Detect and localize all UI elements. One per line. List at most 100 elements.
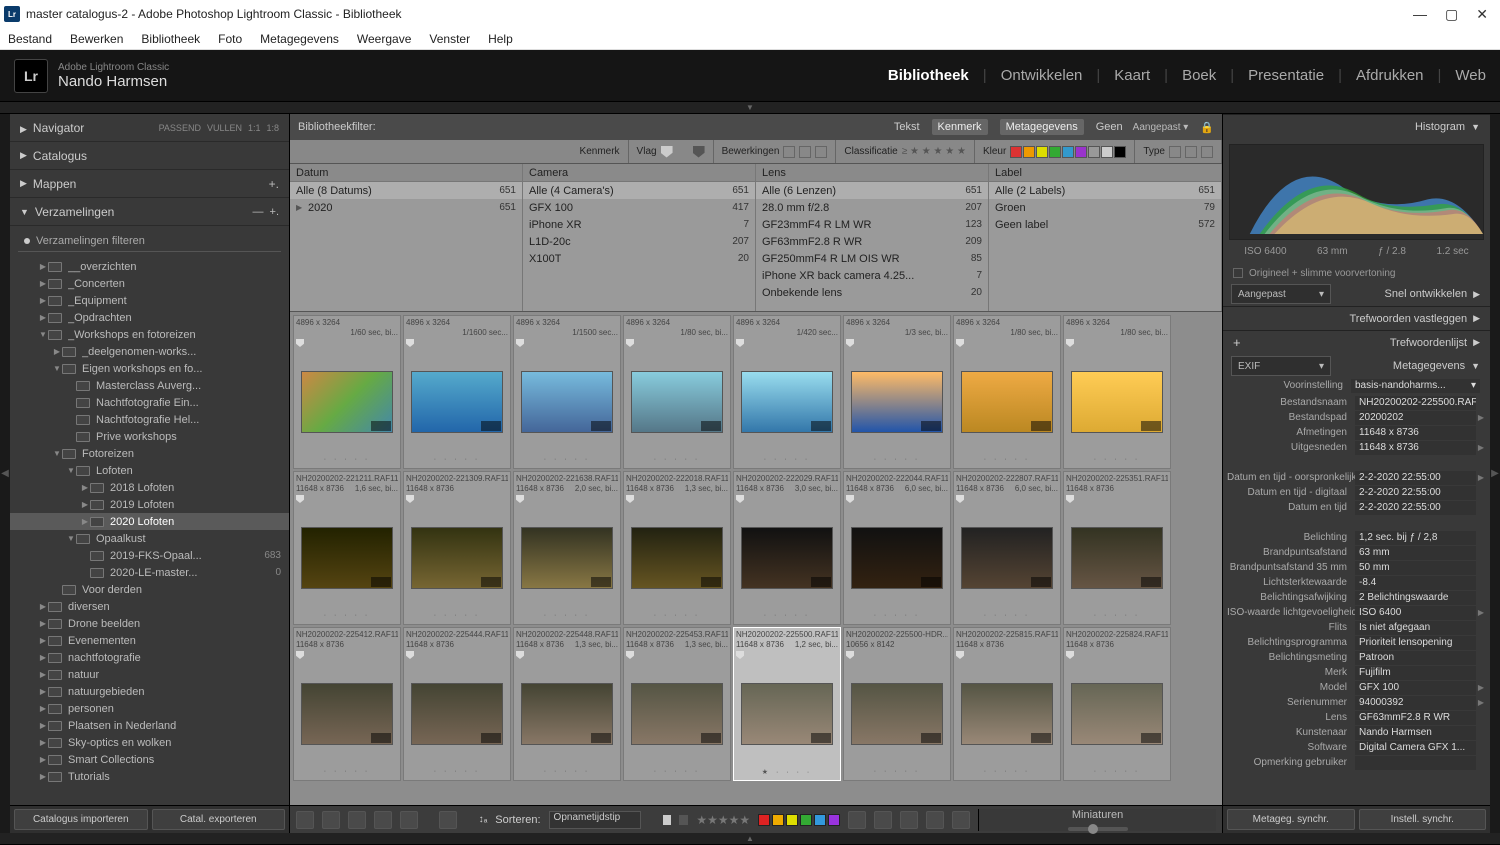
meta-field-value[interactable]: 11648 x 8736 [1355, 441, 1476, 455]
color-filter-swatch[interactable] [1114, 146, 1126, 158]
meta-field-value[interactable]: Prioriteit lensopening [1355, 636, 1476, 650]
histogram-header[interactable]: Histogram▼ [1223, 114, 1490, 138]
minimize-button[interactable]: — [1413, 6, 1427, 23]
tree-item[interactable]: ▼Fotoreizen [10, 445, 289, 462]
left-edge-toggle[interactable]: ◀ [0, 114, 10, 833]
menu-foto[interactable]: Foto [218, 32, 242, 46]
nav-next-icon[interactable] [926, 811, 944, 829]
thumbnail-cell[interactable]: 4896 x 32641/80 sec, bi...· · · · · [1063, 315, 1171, 469]
thumbnail-cell[interactable]: 4896 x 32641/60 sec, bi...· · · · · [293, 315, 401, 469]
tree-item[interactable]: ▼Opaalkust [10, 530, 289, 547]
metacol-row[interactable]: Onbekende lens20 [756, 284, 988, 301]
menu-weergave[interactable]: Weergave [357, 32, 411, 46]
thumbnail-cell[interactable]: NH20200202-225824.RAF11648 x 873611648 x… [1063, 627, 1171, 781]
thumbsize-slider[interactable] [1068, 827, 1128, 831]
thumbnail-cell[interactable]: NH20200202-225412.RAF11648 x 873611648 x… [293, 627, 401, 781]
metacol-row[interactable]: ▶2020651 [290, 199, 522, 216]
thumbnail-cell[interactable]: NH20200202-221309.RAF11648 x 873611648 x… [403, 471, 511, 625]
menu-help[interactable]: Help [488, 32, 513, 46]
color-label-swatch[interactable] [758, 814, 770, 826]
thumbnail-cell[interactable]: NH20200202-225500.RAF11648 x 873611648 x… [733, 627, 841, 781]
meta-field-value[interactable]: Digital Camera GFX 1... [1355, 741, 1476, 755]
edit-filter-icon[interactable] [783, 146, 795, 158]
thumbnail-cell[interactable]: 4896 x 32641/80 sec, bi...· · · · · [623, 315, 731, 469]
navigator-header[interactable]: ▶Navigator PASSENDVULLEN1:11:8 [10, 114, 289, 142]
tree-item[interactable]: Masterclass Auverg... [10, 377, 289, 394]
thumbnail-cell[interactable]: NH20200202-225444.RAF11648 x 873611648 x… [403, 627, 511, 781]
nav-prev-icon[interactable] [900, 811, 918, 829]
nav-zoom-option[interactable]: 1:1 [248, 123, 261, 133]
module-ontwikkelen[interactable]: Ontwikkelen [1001, 67, 1083, 84]
tree-item[interactable]: 2019-FKS-Opaal...683 [10, 547, 289, 564]
color-filter-swatch[interactable] [1023, 146, 1035, 158]
tree-item[interactable]: ▶Plaatsen in Nederland [10, 717, 289, 734]
meta-field-value[interactable]: ISO 6400 [1355, 606, 1476, 620]
thumbnail-grid[interactable]: 4896 x 32641/60 sec, bi...· · · · ·4896 … [290, 312, 1222, 805]
add-keyword-icon[interactable]: + [1233, 335, 1241, 350]
meta-field-value[interactable]: 94000392 [1355, 696, 1476, 710]
module-picker[interactable]: Bibliotheek|Ontwikkelen|Kaart|Boek|Prese… [888, 67, 1486, 84]
sync-settings-button[interactable]: Instell. synchr. [1359, 809, 1487, 830]
color-filter-swatch[interactable] [1075, 146, 1087, 158]
tree-item[interactable]: ▶2018 Lofoten [10, 479, 289, 496]
thumbnail-cell[interactable]: NH20200202-222807.RAF11648 x 873611648 x… [953, 471, 1061, 625]
thumbnail-cell[interactable]: 4896 x 32641/1600 sec...· · · · · [403, 315, 511, 469]
color-filter-swatch[interactable] [1062, 146, 1074, 158]
type-filter-icon[interactable] [1201, 146, 1213, 158]
collections-filter-input[interactable]: Verzamelingen filteren [18, 230, 281, 252]
sync-metadata-button[interactable]: Metageg. synchr. [1227, 809, 1355, 830]
sort-select[interactable]: Opnametijdstip [549, 811, 642, 829]
rotate-ccw-icon[interactable] [848, 811, 866, 829]
lock-icon[interactable]: 🔒 [1200, 121, 1214, 134]
nav-zoom-option[interactable]: 1:8 [266, 123, 279, 133]
color-filter-swatch[interactable] [1101, 146, 1113, 158]
thumbnail-cell[interactable]: NH20200202-225500-HDR...10656 x 81421065… [843, 627, 951, 781]
metacol-row[interactable]: iPhone XR back camera 4.25...7 [756, 267, 988, 284]
nav-zoom-option[interactable]: VULLEN [207, 123, 242, 133]
tree-item[interactable]: ▼Lofoten [10, 462, 289, 479]
thumbnail-cell[interactable]: 4896 x 32641/420 sec...· · · · · [733, 315, 841, 469]
add-collection-icon[interactable]: +. [270, 206, 279, 218]
filter-tab-metagegevens[interactable]: Metagegevens [1000, 119, 1084, 135]
thumbnail-cell[interactable]: NH20200202-222018.RAF11648 x 873611648 x… [623, 471, 731, 625]
menu-venster[interactable]: Venster [429, 32, 470, 46]
loupe-view-icon[interactable] [322, 811, 340, 829]
tree-item[interactable]: Nachtfotografie Hel... [10, 411, 289, 428]
meta-field-value[interactable]: Nando Harmsen [1355, 726, 1476, 740]
type-filter-icon[interactable] [1169, 146, 1181, 158]
metacol-row[interactable]: Groen79 [989, 199, 1221, 216]
metacol-header[interactable]: Datum [290, 164, 522, 182]
module-kaart[interactable]: Kaart [1114, 67, 1150, 84]
metadata-header[interactable]: Metagegevens▼ [1339, 354, 1490, 378]
color-label-swatch[interactable] [772, 814, 784, 826]
tree-item[interactable]: ▶Sky-optics en wolken [10, 734, 289, 751]
survey-view-icon[interactable] [374, 811, 392, 829]
meta-field-value[interactable]: NH20200202-225500.RAF [1355, 396, 1476, 410]
collapse-icon[interactable]: — [253, 206, 264, 218]
metacol-row[interactable]: GF63mmF2.8 R WR209 [756, 233, 988, 250]
meta-field-action-icon[interactable]: ▶ [1476, 473, 1486, 482]
meta-field-value[interactable]: 11648 x 8736 [1355, 426, 1476, 440]
keyword-list-header[interactable]: +Trefwoordenlijst▶ [1223, 330, 1490, 354]
metacol-row[interactable]: Alle (6 Lenzen)651 [756, 182, 988, 199]
export-catalog-button[interactable]: Catal. exporteren [152, 809, 286, 830]
metacol-row[interactable]: GF23mmF4 R LM WR123 [756, 216, 988, 233]
metacol-row[interactable]: Geen label572 [989, 216, 1221, 233]
flag-unflagged-icon[interactable] [677, 146, 689, 158]
meta-field-value[interactable]: -8.4 [1355, 576, 1476, 590]
tree-item[interactable]: ▶diversen [10, 598, 289, 615]
menu-metagegevens[interactable]: Metagegevens [260, 32, 339, 46]
filter-tab-geen[interactable]: Geen [1096, 121, 1123, 133]
tree-item[interactable]: ▶_deelgenomen-works... [10, 343, 289, 360]
tree-item[interactable]: 2020-LE-master...0 [10, 564, 289, 581]
edit-filter-icon[interactable] [815, 146, 827, 158]
menu-bibliotheek[interactable]: Bibliotheek [141, 32, 200, 46]
bottom-panel-toggle[interactable]: ▲ [0, 833, 1500, 845]
tree-item[interactable]: ▶natuur [10, 666, 289, 683]
thumbnail-cell[interactable]: NH20200202-225448.RAF11648 x 873611648 x… [513, 627, 621, 781]
rating-stars[interactable]: ★★★★★ [696, 813, 750, 827]
thumbnail-cell[interactable]: NH20200202-225453.RAF11648 x 873611648 x… [623, 627, 731, 781]
color-label-swatch[interactable] [828, 814, 840, 826]
module-presentatie[interactable]: Presentatie [1248, 67, 1324, 84]
flag-rejected-icon[interactable] [693, 146, 705, 158]
